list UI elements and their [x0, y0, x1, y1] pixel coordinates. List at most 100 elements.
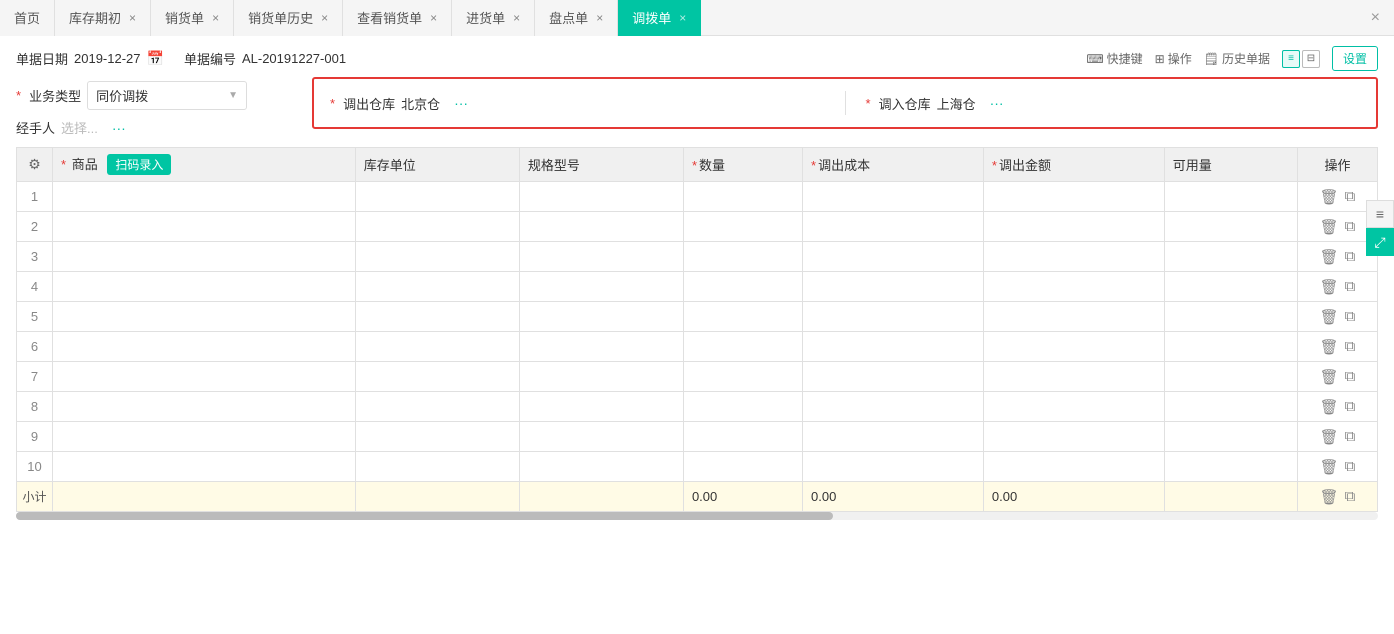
settings-button[interactable]: 设置: [1332, 46, 1378, 71]
cell-qty[interactable]: [683, 422, 802, 452]
cell-unit[interactable]: [355, 212, 519, 242]
copy-icon[interactable]: ⧉: [1345, 488, 1356, 505]
cell-product[interactable]: [53, 482, 356, 512]
cell-cost[interactable]: [803, 302, 984, 332]
tab-view-sale[interactable]: 查看销货单 ×: [343, 0, 452, 36]
close-icon[interactable]: ×: [679, 11, 686, 25]
cell-amount[interactable]: [983, 392, 1164, 422]
cell-amount[interactable]: [983, 272, 1164, 302]
cell-spec[interactable]: [519, 332, 683, 362]
cell-available[interactable]: [1164, 452, 1297, 482]
cell-product[interactable]: [53, 452, 356, 482]
cell-spec[interactable]: [519, 182, 683, 212]
copy-icon[interactable]: ⧉: [1345, 188, 1356, 205]
cell-available[interactable]: [1164, 482, 1297, 512]
cell-available[interactable]: [1164, 332, 1297, 362]
cell-cost[interactable]: [803, 452, 984, 482]
shortcuts-btn[interactable]: ⌨ 快捷键: [1086, 50, 1142, 67]
copy-icon[interactable]: ⧉: [1345, 368, 1356, 385]
cell-available[interactable]: [1164, 422, 1297, 452]
cell-available[interactable]: [1164, 242, 1297, 272]
business-type-select[interactable]: 同价调拨 ▼: [87, 81, 247, 110]
copy-icon[interactable]: ⧉: [1345, 428, 1356, 445]
cell-spec[interactable]: [519, 362, 683, 392]
calendar-icon[interactable]: 📅: [147, 50, 164, 67]
scan-button[interactable]: 扫码录入: [107, 154, 171, 175]
cell-amount[interactable]: 0.00: [983, 482, 1164, 512]
delete-icon[interactable]: 🗑: [1320, 368, 1339, 386]
cell-unit[interactable]: [355, 272, 519, 302]
close-all-tabs[interactable]: ×: [1357, 9, 1394, 27]
cell-product[interactable]: [53, 392, 356, 422]
delete-icon[interactable]: 🗑: [1320, 218, 1339, 236]
cell-amount[interactable]: [983, 242, 1164, 272]
cell-spec[interactable]: [519, 302, 683, 332]
scroll-thumb[interactable]: [16, 512, 833, 520]
tab-home[interactable]: 首页: [0, 0, 55, 36]
close-icon[interactable]: ×: [129, 11, 136, 25]
cell-cost[interactable]: [803, 422, 984, 452]
copy-icon[interactable]: ⧉: [1345, 458, 1356, 475]
cell-available[interactable]: [1164, 392, 1297, 422]
cell-qty[interactable]: [683, 362, 802, 392]
cell-qty[interactable]: [683, 452, 802, 482]
handler-input[interactable]: 选择...: [61, 118, 98, 137]
cell-unit[interactable]: [355, 392, 519, 422]
close-icon[interactable]: ×: [430, 11, 437, 25]
cell-spec[interactable]: [519, 392, 683, 422]
delete-icon[interactable]: 🗑: [1320, 338, 1339, 356]
cell-unit[interactable]: [355, 182, 519, 212]
warehouse-in-more-icon[interactable]: ···: [990, 95, 1004, 111]
layout-list-icon[interactable]: ≡: [1282, 50, 1300, 68]
cell-unit[interactable]: [355, 452, 519, 482]
cell-unit[interactable]: [355, 302, 519, 332]
cell-spec[interactable]: [519, 452, 683, 482]
cell-cost[interactable]: [803, 362, 984, 392]
cell-available[interactable]: [1164, 272, 1297, 302]
warehouse-out-more-icon[interactable]: ···: [454, 95, 468, 111]
cell-cost[interactable]: [803, 212, 984, 242]
cell-spec[interactable]: [519, 212, 683, 242]
handler-more-icon[interactable]: ···: [112, 120, 126, 136]
cell-cost[interactable]: [803, 182, 984, 212]
cell-product[interactable]: [53, 182, 356, 212]
delete-icon[interactable]: 🗑: [1320, 278, 1339, 296]
table-settings-icon[interactable]: ⚙: [28, 156, 41, 172]
tab-inventory-init[interactable]: 库存期初 ×: [55, 0, 151, 36]
float-expand-icon[interactable]: ⤢: [1366, 228, 1394, 256]
cell-qty[interactable]: [683, 182, 802, 212]
cell-amount[interactable]: [983, 422, 1164, 452]
cell-amount[interactable]: [983, 362, 1164, 392]
tab-purchase[interactable]: 进货单 ×: [452, 0, 535, 36]
history-btn[interactable]: 🗒 历史单据: [1204, 50, 1270, 67]
cell-spec[interactable]: [519, 482, 683, 512]
delete-icon[interactable]: 🗑: [1320, 488, 1339, 506]
cell-amount[interactable]: [983, 182, 1164, 212]
cell-qty[interactable]: [683, 272, 802, 302]
cell-unit[interactable]: [355, 242, 519, 272]
cell-qty[interactable]: [683, 392, 802, 422]
copy-icon[interactable]: ⧉: [1345, 278, 1356, 295]
cell-unit[interactable]: [355, 362, 519, 392]
delete-icon[interactable]: 🗑: [1320, 428, 1339, 446]
cell-qty[interactable]: [683, 302, 802, 332]
float-list-icon[interactable]: ≡: [1366, 200, 1394, 228]
scroll-track[interactable]: [16, 512, 1378, 520]
delete-icon[interactable]: 🗑: [1320, 248, 1339, 266]
cell-product[interactable]: [53, 422, 356, 452]
tab-inventory-check[interactable]: 盘点单 ×: [535, 0, 618, 36]
cell-cost[interactable]: [803, 272, 984, 302]
cell-available[interactable]: [1164, 182, 1297, 212]
close-icon[interactable]: ×: [596, 11, 603, 25]
cell-qty[interactable]: [683, 332, 802, 362]
cell-product[interactable]: [53, 212, 356, 242]
delete-icon[interactable]: 🗑: [1320, 458, 1339, 476]
cell-qty[interactable]: [683, 212, 802, 242]
cell-amount[interactable]: [983, 332, 1164, 362]
copy-icon[interactable]: ⧉: [1345, 218, 1356, 235]
cell-cost[interactable]: [803, 242, 984, 272]
cell-spec[interactable]: [519, 272, 683, 302]
copy-icon[interactable]: ⧉: [1345, 248, 1356, 265]
close-icon[interactable]: ×: [513, 11, 520, 25]
cell-qty[interactable]: [683, 242, 802, 272]
